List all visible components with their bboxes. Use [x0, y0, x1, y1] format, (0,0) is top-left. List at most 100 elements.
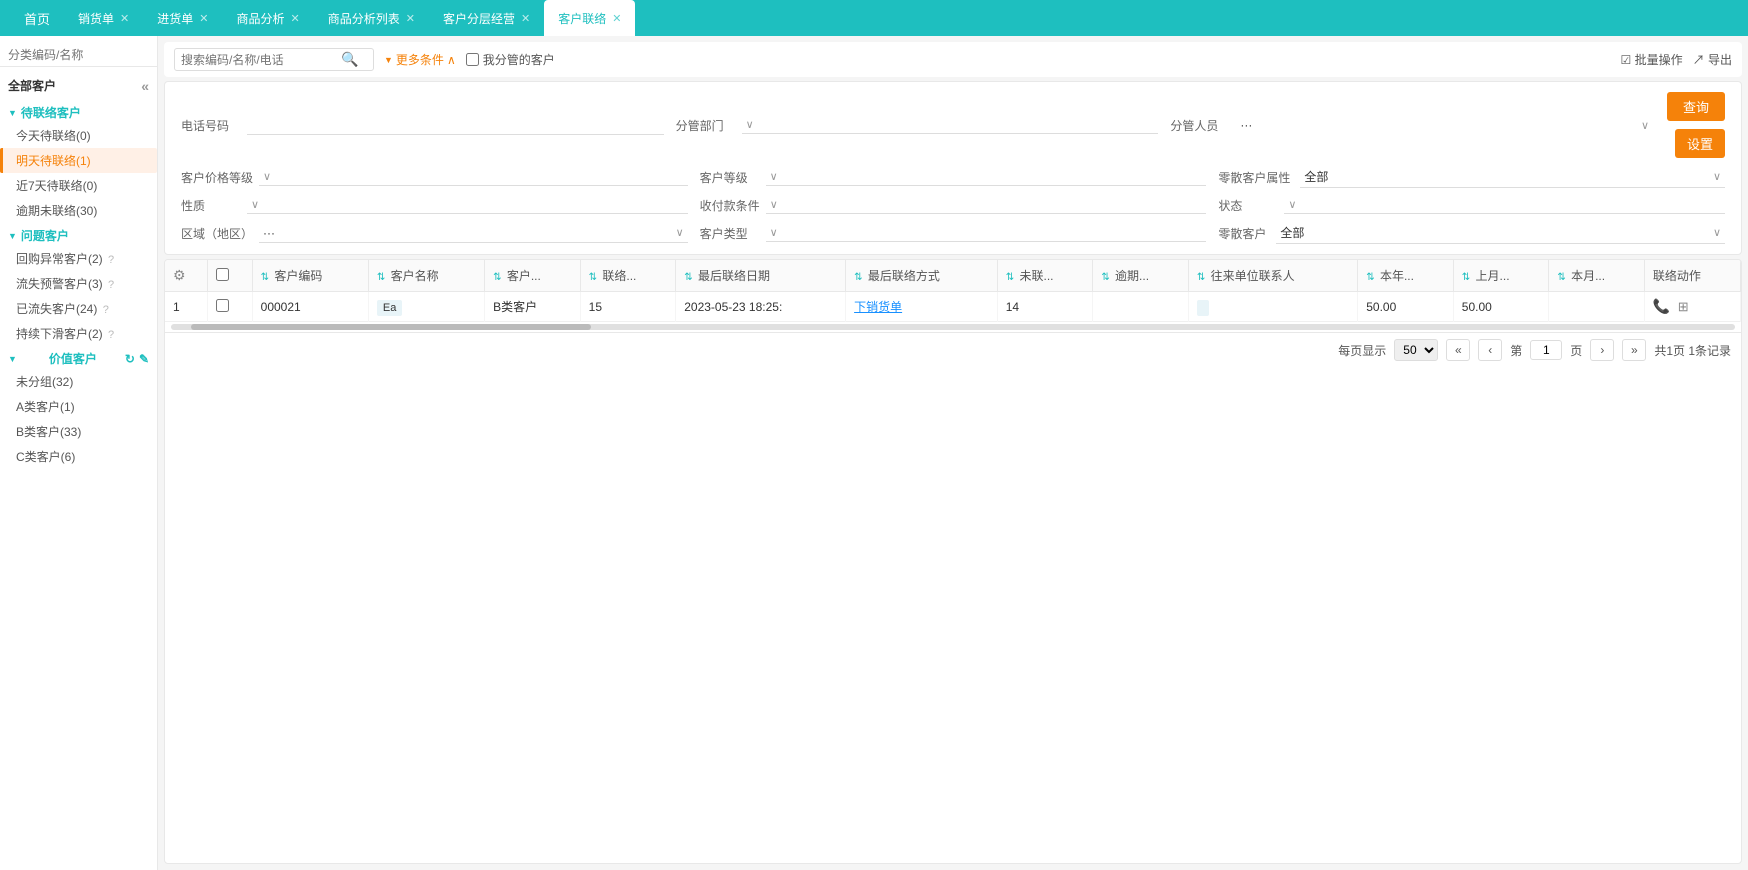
- sidebar-item-class-c[interactable]: C类客户(6): [0, 444, 157, 469]
- filter-more-btn[interactable]: 更多条件 ∧: [384, 51, 456, 68]
- nav-product-analysis[interactable]: 商品分析 ✕: [222, 0, 313, 36]
- edit-groups-icon[interactable]: ✎: [139, 352, 149, 366]
- filter-region-select[interactable]: ···: [259, 224, 688, 243]
- filter-dept-select[interactable]: [742, 116, 1159, 134]
- query-button[interactable]: 查询: [1667, 92, 1725, 121]
- filter-payment-select[interactable]: [766, 196, 1207, 214]
- horizontal-scrollbar[interactable]: [171, 324, 1735, 330]
- next-page-button[interactable]: ›: [1590, 339, 1614, 361]
- settings-button[interactable]: 设置: [1675, 129, 1725, 158]
- refresh-icon[interactable]: ↻: [125, 352, 135, 366]
- filter-status-select[interactable]: [1284, 196, 1725, 214]
- sidebar-item-class-a[interactable]: A类客户(1): [0, 394, 157, 419]
- filter-retail-attr-select[interactable]: 全部: [1300, 166, 1725, 188]
- sidebar-item-ungrouped[interactable]: 未分组(32): [0, 369, 157, 394]
- filter-price-grade-select[interactable]: [259, 168, 688, 186]
- filter-customer-grade-select[interactable]: [766, 168, 1207, 186]
- col-contact-person-header[interactable]: ⇅ 往来单位联系人: [1188, 260, 1357, 292]
- my-customers-checkbox-label[interactable]: 我分管的客户: [466, 51, 555, 68]
- nav-home[interactable]: 首页: [10, 0, 64, 36]
- filter-manager-select[interactable]: ···: [1236, 116, 1653, 134]
- close-sales-order-icon[interactable]: ✕: [120, 12, 129, 25]
- sidebar-item-declining[interactable]: 持续下滑客户(2) ?: [0, 321, 157, 346]
- filter-payment-label: 收付款条件: [700, 197, 760, 214]
- filter-retail-customer-label: 零散客户: [1218, 225, 1266, 242]
- filter-phone-input[interactable]: [247, 116, 664, 135]
- close-customer-contact-icon[interactable]: ✕: [612, 12, 621, 25]
- page-number-input[interactable]: [1530, 340, 1562, 360]
- group-pending-contact[interactable]: 待联络客户: [0, 100, 157, 123]
- phone-action-icon[interactable]: 📞: [1653, 298, 1670, 314]
- filter-retail-customer-select[interactable]: 全部: [1276, 222, 1725, 244]
- nav-customer-contact[interactable]: 客户联络 ✕: [544, 0, 635, 36]
- nav-product-analysis-list[interactable]: 商品分析列表 ✕: [314, 0, 429, 36]
- contact-person-tag: [1197, 300, 1209, 316]
- first-page-button[interactable]: «: [1446, 339, 1470, 361]
- close-purchase-order-icon[interactable]: ✕: [199, 12, 208, 25]
- close-product-analysis-list-icon[interactable]: ✕: [406, 12, 415, 25]
- sidebar-item-overdue-contact[interactable]: 逾期未联络(30): [0, 198, 157, 223]
- page-size-select[interactable]: 50: [1394, 339, 1438, 361]
- help-icon-churned[interactable]: ?: [103, 304, 109, 316]
- last-page-button[interactable]: »: [1622, 339, 1646, 361]
- sidebar-item-class-b[interactable]: B类客户(33): [0, 419, 157, 444]
- sidebar-item-repurchase-abnormal[interactable]: 回购异常客户(2) ?: [0, 246, 157, 271]
- group-value-customers[interactable]: 价值客户 ↻ ✎: [0, 346, 157, 369]
- filter-customer-type-select[interactable]: [766, 224, 1207, 242]
- sidebar-search-area: 🔍: [0, 44, 157, 67]
- group-problem-customers[interactable]: 问题客户: [0, 223, 157, 246]
- batch-operation-btn[interactable]: ☑ 批量操作: [1621, 51, 1683, 68]
- col-type-header[interactable]: ⇅ 客户...: [485, 260, 581, 292]
- col-uncontacted-header[interactable]: ⇅ 未联...: [997, 260, 1093, 292]
- collapse-icon[interactable]: «: [141, 78, 149, 94]
- col-last-contact-method-header[interactable]: ⇅ 最后联络方式: [846, 260, 998, 292]
- col-last-month-header[interactable]: ⇅ 上月...: [1453, 260, 1549, 292]
- filter-customer-grade-label: 客户等级: [700, 169, 760, 186]
- filter-status: 状态: [1218, 196, 1725, 214]
- col-overdue-header[interactable]: ⇅ 逾期...: [1093, 260, 1189, 292]
- row-select-checkbox[interactable]: [216, 299, 229, 312]
- close-product-analysis-icon[interactable]: ✕: [291, 12, 300, 25]
- col-last-contact-date-header[interactable]: ⇅ 最后联络日期: [676, 260, 846, 292]
- filter-chevron-icon: ∧: [447, 53, 456, 67]
- row-contact-person: [1188, 292, 1357, 322]
- export-btn[interactable]: ↗ 导出: [1693, 51, 1732, 68]
- prev-page-button[interactable]: ‹: [1478, 339, 1502, 361]
- row-last-contact-method[interactable]: 下销货单: [846, 292, 998, 322]
- scrollbar-thumb[interactable]: [191, 324, 591, 330]
- filter-price-grade-label: 客户价格等级: [181, 169, 253, 186]
- search-execute-icon[interactable]: 🔍: [341, 51, 358, 68]
- col-name-header[interactable]: ⇅ 客户名称: [368, 260, 484, 292]
- nav-customer-tier[interactable]: 客户分层经营 ✕: [429, 0, 544, 36]
- col-contact-header[interactable]: ⇅ 联络...: [580, 260, 676, 292]
- nav-purchase-order[interactable]: 进货单 ✕: [143, 0, 222, 36]
- sidebar-search-input[interactable]: [8, 48, 158, 62]
- last-contact-method-link[interactable]: 下销货单: [854, 300, 902, 314]
- more-action-icon[interactable]: ⊞: [1678, 299, 1689, 314]
- col-code-header[interactable]: ⇅ 客户编码: [252, 260, 368, 292]
- all-customers-header[interactable]: 全部客户 «: [0, 71, 157, 100]
- page-label: 第: [1510, 342, 1522, 359]
- sidebar-item-churn-warning[interactable]: 流失预警客户(3) ?: [0, 271, 157, 296]
- sidebar-item-tomorrow-contact[interactable]: 明天待联络(1): [0, 148, 157, 173]
- sidebar-item-churned[interactable]: 已流失客户(24) ?: [0, 296, 157, 321]
- select-all-checkbox[interactable]: [216, 268, 229, 281]
- export-icon: ↗: [1693, 53, 1705, 67]
- row-this-year: 50.00: [1358, 292, 1454, 322]
- my-customers-checkbox[interactable]: [466, 53, 479, 66]
- search-input[interactable]: [181, 53, 341, 67]
- help-icon-churn-warning[interactable]: ?: [108, 279, 114, 291]
- help-icon-repurchase[interactable]: ?: [108, 254, 114, 266]
- col-this-year-header[interactable]: ⇅ 本年...: [1358, 260, 1454, 292]
- total-records-label: 共1页 1条记录: [1654, 342, 1731, 359]
- gear-icon[interactable]: ⚙: [173, 267, 186, 283]
- nav-sales-order[interactable]: 销货单 ✕: [64, 0, 143, 36]
- close-customer-tier-icon[interactable]: ✕: [521, 12, 530, 25]
- sidebar-item-7day-contact[interactable]: 近7天待联络(0): [0, 173, 157, 198]
- col-this-month-header[interactable]: ⇅ 本月...: [1549, 260, 1645, 292]
- help-icon-declining[interactable]: ?: [108, 329, 114, 341]
- filter-dept-label: 分管部门: [676, 117, 736, 134]
- filter-nature-select[interactable]: [247, 196, 688, 214]
- filter-phone: 电话号码: [181, 116, 664, 135]
- sidebar-item-today-contact[interactable]: 今天待联络(0): [0, 123, 157, 148]
